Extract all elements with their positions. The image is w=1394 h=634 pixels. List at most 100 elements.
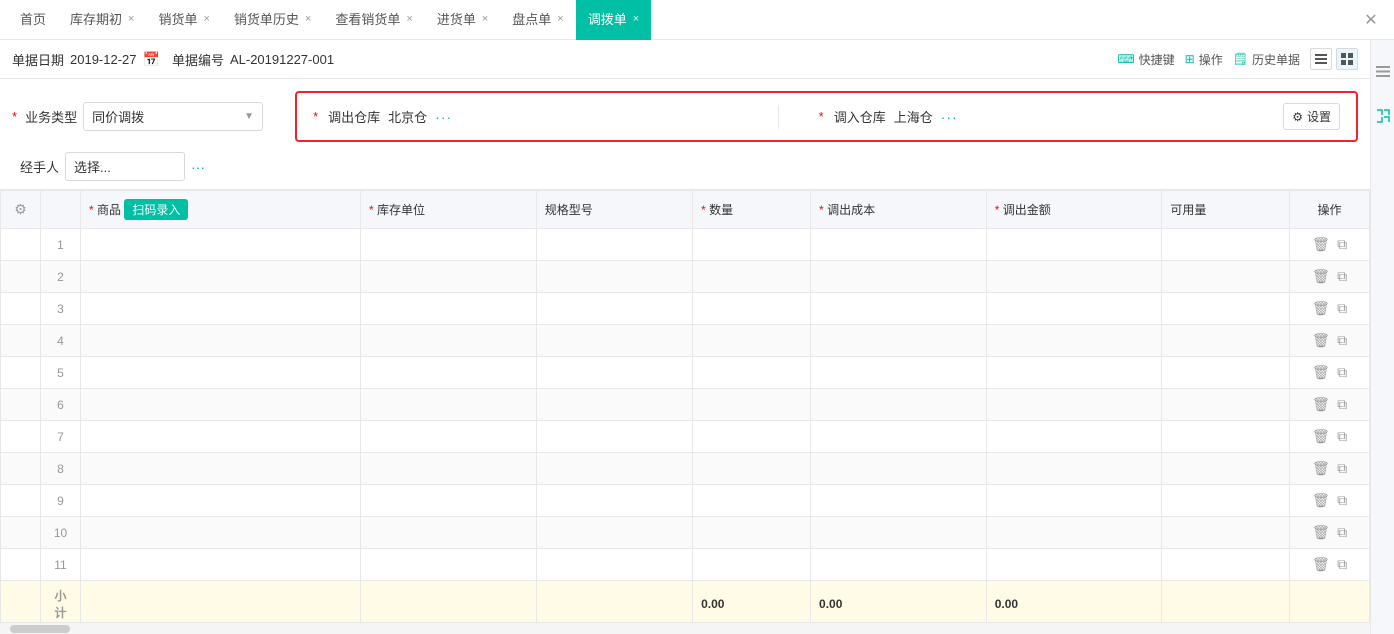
delete-icon[interactable]: 🗑 (1312, 332, 1330, 348)
tab-close-inventory-init[interactable]: × (128, 13, 134, 25)
row-qty[interactable] (693, 293, 811, 325)
tab-purchase[interactable]: 进货单 × (425, 0, 500, 40)
row-spec[interactable] (536, 517, 692, 549)
row-unit[interactable] (361, 549, 537, 581)
row-product[interactable] (81, 517, 361, 549)
row-spec[interactable] (536, 325, 692, 357)
history-action[interactable]: 🗒 历史单据 (1233, 51, 1300, 68)
row-cost[interactable] (811, 485, 987, 517)
row-unit[interactable] (361, 325, 537, 357)
row-spec[interactable] (536, 421, 692, 453)
row-cost[interactable] (811, 325, 987, 357)
row-cost[interactable] (811, 453, 987, 485)
row-product[interactable] (81, 389, 361, 421)
delete-icon[interactable]: 🗑 (1312, 364, 1330, 380)
row-spec[interactable] (536, 485, 692, 517)
row-unit[interactable] (361, 229, 537, 261)
delete-icon[interactable]: 🗑 (1312, 492, 1330, 508)
copy-icon[interactable]: ⧉ (1337, 524, 1347, 540)
tab-close-transfer[interactable]: × (633, 13, 639, 25)
row-spec[interactable] (536, 453, 692, 485)
row-qty[interactable] (693, 325, 811, 357)
tab-sales-order[interactable]: 销货单 × (146, 0, 221, 40)
out-warehouse-more[interactable]: ··· (435, 109, 452, 125)
row-unit[interactable] (361, 485, 537, 517)
row-qty[interactable] (693, 517, 811, 549)
tab-view-sales[interactable]: 查看销货单 × (323, 0, 424, 40)
row-product[interactable] (81, 485, 361, 517)
shortcut-action[interactable]: ⌨ 快捷键 (1117, 51, 1174, 68)
copy-icon[interactable]: ⧉ (1337, 332, 1347, 348)
row-amount[interactable] (986, 549, 1162, 581)
tab-inventory-init[interactable]: 库存期初 × (58, 0, 146, 40)
tab-close-sales-history[interactable]: × (305, 13, 311, 25)
tab-close-inventory[interactable]: × (557, 13, 563, 25)
business-type-select[interactable]: 同价调拨 ▼ (83, 102, 263, 131)
row-product[interactable] (81, 453, 361, 485)
row-cost[interactable] (811, 517, 987, 549)
row-unit[interactable] (361, 421, 537, 453)
view-list-icon[interactable] (1310, 48, 1332, 70)
row-product[interactable] (81, 261, 361, 293)
delete-icon[interactable]: 🗑 (1312, 396, 1330, 412)
row-amount[interactable] (986, 421, 1162, 453)
row-spec[interactable] (536, 229, 692, 261)
tab-close-view-sales[interactable]: × (406, 13, 412, 25)
row-spec[interactable] (536, 261, 692, 293)
delete-icon[interactable]: 🗑 (1312, 268, 1330, 284)
row-unit[interactable] (361, 389, 537, 421)
row-unit[interactable] (361, 453, 537, 485)
row-product[interactable] (81, 293, 361, 325)
copy-icon[interactable]: ⧉ (1337, 492, 1347, 508)
row-qty[interactable] (693, 485, 811, 517)
row-product[interactable] (81, 325, 361, 357)
copy-icon[interactable]: ⧉ (1337, 300, 1347, 316)
copy-icon[interactable]: ⧉ (1337, 556, 1347, 572)
delete-icon[interactable]: 🗑 (1312, 460, 1330, 476)
row-cost[interactable] (811, 357, 987, 389)
operator-more[interactable]: ··· (191, 159, 205, 175)
tab-close-purchase[interactable]: × (482, 13, 488, 25)
row-spec[interactable] (536, 293, 692, 325)
row-qty[interactable] (693, 357, 811, 389)
row-qty[interactable] (693, 549, 811, 581)
sidebar-list-icon[interactable] (1371, 60, 1394, 84)
delete-icon[interactable]: 🗑 (1312, 300, 1330, 316)
sidebar-expand-icon[interactable] (1371, 104, 1394, 128)
delete-icon[interactable]: 🗑 (1312, 556, 1330, 572)
row-amount[interactable] (986, 229, 1162, 261)
row-qty[interactable] (693, 389, 811, 421)
operations-action[interactable]: ⊞ 操作 (1185, 51, 1223, 68)
row-amount[interactable] (986, 389, 1162, 421)
copy-icon[interactable]: ⧉ (1337, 236, 1347, 252)
row-spec[interactable] (536, 549, 692, 581)
delete-icon[interactable]: 🗑 (1312, 524, 1330, 540)
row-qty[interactable] (693, 261, 811, 293)
settings-button[interactable]: ⚙ 设置 (1283, 103, 1340, 130)
delete-icon[interactable]: 🗑 (1312, 428, 1330, 444)
delete-icon[interactable]: 🗑 (1312, 236, 1330, 252)
view-grid-icon[interactable] (1336, 48, 1358, 70)
horizontal-scrollbar[interactable] (0, 622, 1370, 634)
in-warehouse-more[interactable]: ··· (941, 109, 958, 125)
row-amount[interactable] (986, 453, 1162, 485)
row-amount[interactable] (986, 357, 1162, 389)
row-qty[interactable] (693, 229, 811, 261)
row-spec[interactable] (536, 389, 692, 421)
row-unit[interactable] (361, 261, 537, 293)
scroll-thumb[interactable] (10, 625, 70, 633)
row-amount[interactable] (986, 485, 1162, 517)
row-product[interactable] (81, 549, 361, 581)
copy-icon[interactable]: ⧉ (1337, 460, 1347, 476)
row-unit[interactable] (361, 357, 537, 389)
row-qty[interactable] (693, 453, 811, 485)
row-spec[interactable] (536, 357, 692, 389)
tab-close-sales-order[interactable]: × (203, 13, 209, 25)
calendar-icon[interactable]: 📅 (143, 51, 160, 68)
table-settings-icon[interactable]: ⚙ (14, 201, 27, 217)
row-cost[interactable] (811, 389, 987, 421)
row-cost[interactable] (811, 421, 987, 453)
tab-transfer[interactable]: 调拨单 × (576, 0, 651, 40)
row-unit[interactable] (361, 293, 537, 325)
copy-icon[interactable]: ⧉ (1337, 396, 1347, 412)
